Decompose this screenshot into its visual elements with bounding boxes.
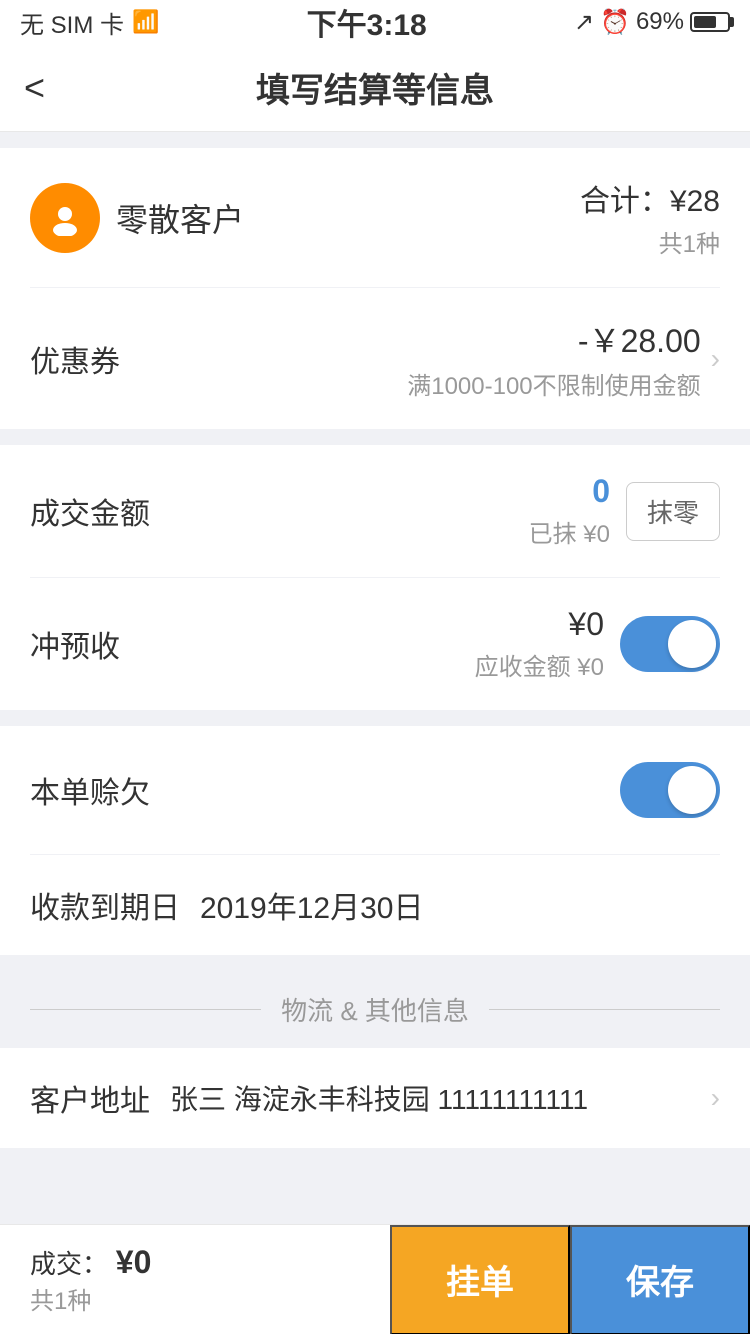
nav-bar: < 填写结算等信息: [0, 44, 750, 132]
prepayment-sub: 应收金额 ¥0: [475, 647, 604, 682]
transaction-already: 已抹 ¥0: [529, 514, 610, 549]
alarm-icon: ⏰: [600, 8, 630, 37]
battery-icon: [690, 12, 730, 32]
main-content: 零散客户 合计：¥28 共1种 优惠券 -￥28.00 满1000-100不限制…: [0, 148, 750, 1278]
status-bar: 无 SIM 卡 📶 下午3:18 ↗ ⏰ 69%: [0, 0, 750, 44]
logistics-divider: 物流 & 其他信息: [0, 971, 750, 1048]
due-date-value: 2019年12月30日: [200, 883, 423, 927]
address-chevron-icon: ›: [711, 1082, 720, 1114]
prepayment-toggle[interactable]: [620, 616, 720, 672]
wifi-icon: 📶: [132, 9, 159, 35]
round-zero-button[interactable]: 抹零: [626, 482, 720, 541]
customer-section: 零散客户 合计：¥28 共1种 优惠券 -￥28.00 满1000-100不限制…: [0, 148, 750, 429]
bottom-deal-row: 成交： ¥0: [30, 1244, 360, 1281]
coupon-right: -￥28.00 满1000-100不限制使用金额 ›: [407, 316, 720, 401]
credit-toggle[interactable]: [620, 762, 720, 818]
coupon-row[interactable]: 优惠券 -￥28.00 满1000-100不限制使用金额 ›: [0, 288, 750, 429]
transaction-value-block: 0 已抹 ¥0: [529, 473, 610, 549]
bottom-deal-amount: ¥0: [116, 1244, 152, 1280]
transaction-row: 成交金额 0 已抹 ¥0 抹零: [0, 445, 750, 577]
coupon-desc: 满1000-100不限制使用金额: [407, 366, 700, 401]
hang-button[interactable]: 挂单: [390, 1225, 570, 1334]
avatar: [30, 183, 100, 253]
credit-section: 本单赊欠 收款到期日 2019年12月30日: [0, 726, 750, 955]
back-button[interactable]: <: [24, 67, 45, 109]
time-display: 下午3:18: [307, 0, 427, 44]
page-title: 填写结算等信息: [256, 63, 494, 112]
divider-line-right: [489, 1009, 720, 1010]
credit-label: 本单赊欠: [30, 768, 150, 812]
logistics-label: 物流 & 其他信息: [281, 991, 469, 1028]
battery-fill: [694, 16, 716, 28]
bottom-deal-label: 成交：: [30, 1249, 108, 1279]
status-right: ↗ ⏰ 69%: [574, 8, 730, 37]
status-left: 无 SIM 卡 📶: [20, 5, 159, 40]
location-icon: ↗: [574, 8, 594, 37]
due-date-row: 收款到期日 2019年12月30日: [0, 855, 750, 955]
chevron-right-icon: ›: [711, 343, 720, 375]
transaction-section: 成交金额 0 已抹 ¥0 抹零 冲预收 ¥0 应收金额 ¥0: [0, 445, 750, 710]
coupon-label: 优惠券: [30, 337, 120, 381]
address-row[interactable]: 客户地址 张三 海淀永丰科技园 11111111111 ›: [0, 1048, 750, 1148]
address-label: 客户地址: [30, 1076, 150, 1120]
prepayment-label: 冲预收: [30, 622, 120, 666]
customer-left: 零散客户: [30, 183, 244, 253]
coupon-discount: -￥28.00: [407, 316, 700, 362]
credit-toggle-knob: [668, 766, 716, 814]
customer-row: 零散客户 合计：¥28 共1种: [0, 148, 750, 287]
carrier-text: 无 SIM 卡: [20, 5, 124, 40]
coupon-value-block: -￥28.00 满1000-100不限制使用金额: [407, 316, 700, 401]
due-date-label: 收款到期日: [30, 883, 180, 927]
bottom-count: 共1种: [30, 1281, 360, 1316]
address-value: 张三 海淀永丰科技园 11111111111: [170, 1078, 711, 1118]
customer-name: 零散客户: [116, 195, 244, 241]
prepayment-row: 冲预收 ¥0 应收金额 ¥0: [0, 578, 750, 710]
prepayment-main: ¥0: [475, 606, 604, 643]
toggle-knob: [668, 620, 716, 668]
total-amount: 合计：¥28: [580, 176, 720, 220]
transaction-right: 0 已抹 ¥0 抹零: [529, 473, 720, 549]
save-button[interactable]: 保存: [570, 1225, 750, 1334]
transaction-label: 成交金额: [30, 489, 150, 533]
credit-row: 本单赊欠: [0, 726, 750, 854]
customer-right: 合计：¥28 共1种: [580, 176, 720, 259]
bottom-bar: 成交： ¥0 共1种 挂单 保存: [0, 1224, 750, 1334]
prepayment-value-block: ¥0 应收金额 ¥0: [475, 606, 604, 682]
divider-line-left: [30, 1009, 261, 1010]
transaction-value: 0: [529, 473, 610, 510]
prepayment-right: ¥0 应收金额 ¥0: [475, 606, 720, 682]
total-count: 共1种: [580, 224, 720, 259]
battery-text: 69%: [636, 8, 684, 36]
bottom-left: 成交： ¥0 共1种: [0, 1244, 390, 1316]
